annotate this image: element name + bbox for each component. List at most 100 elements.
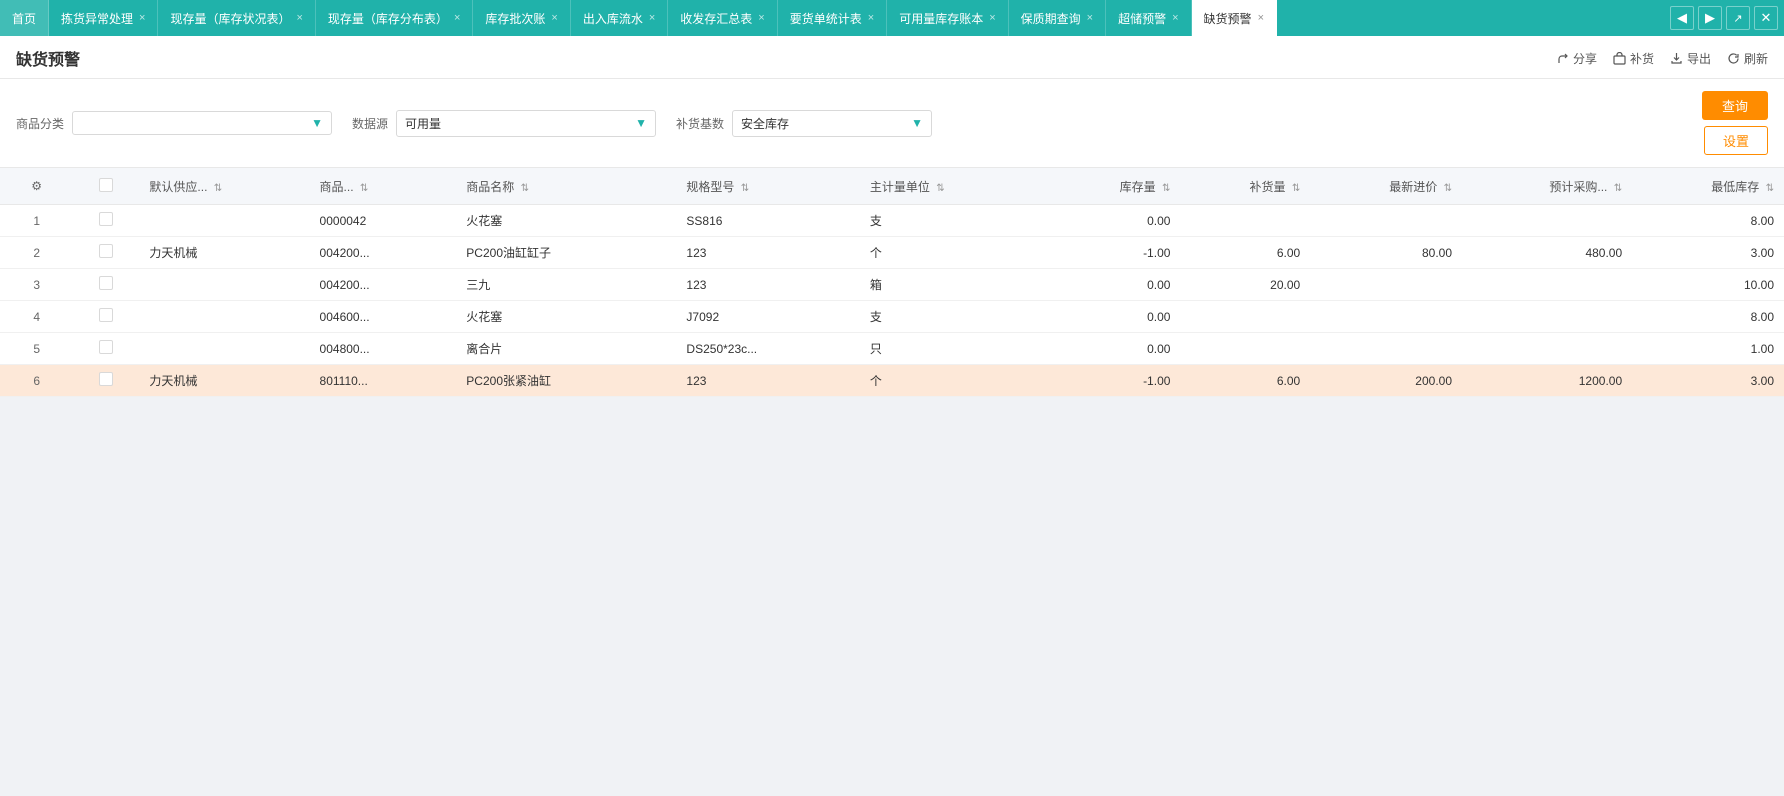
main-content: 缺货预警 分享 补货 导出 刷新 商品分类 bbox=[0, 36, 1784, 397]
cell-minstock: 3.00 bbox=[1632, 365, 1784, 397]
cell-purchase: 1200.00 bbox=[1462, 365, 1632, 397]
tab-next-button[interactable]: ▶ bbox=[1698, 6, 1722, 30]
cell-price bbox=[1310, 269, 1462, 301]
query-button[interactable]: 查询 bbox=[1702, 91, 1768, 120]
table-row[interactable]: 6 力天机械 801110... PC200张紧油缸 123 个 -1.00 6… bbox=[0, 365, 1784, 397]
cell-supplier bbox=[139, 269, 309, 301]
tab-prev-button[interactable]: ◀ bbox=[1670, 6, 1694, 30]
close-tab-order-stats[interactable]: × bbox=[868, 12, 874, 24]
export-button[interactable]: 导出 bbox=[1670, 50, 1711, 67]
tab-expiry-query[interactable]: 保质期查询 × bbox=[1009, 0, 1106, 36]
gear-icon[interactable]: ⚙ bbox=[27, 176, 47, 196]
sort-stock-icon[interactable]: ⇅ bbox=[1162, 183, 1170, 194]
category-select[interactable]: ▼ bbox=[72, 111, 332, 135]
tab-close-all-button[interactable]: ✕ bbox=[1754, 6, 1778, 30]
cell-spec: SS816 bbox=[676, 205, 859, 237]
cell-minstock: 3.00 bbox=[1632, 237, 1784, 269]
th-supplier: 默认供应... ⇅ bbox=[139, 168, 309, 205]
row-checkbox-5[interactable] bbox=[99, 372, 113, 386]
header-checkbox[interactable] bbox=[99, 178, 113, 192]
close-tab-abnormal[interactable]: × bbox=[139, 12, 145, 24]
sort-unit-icon[interactable]: ⇅ bbox=[936, 183, 944, 194]
sort-purchase-icon[interactable]: ⇅ bbox=[1614, 183, 1622, 194]
sort-minstock-icon[interactable]: ⇅ bbox=[1766, 183, 1774, 194]
close-tab-stock-status[interactable]: × bbox=[296, 12, 302, 24]
close-tab-batch-account[interactable]: × bbox=[551, 12, 557, 24]
filter-actions: 查询 设置 bbox=[1702, 91, 1768, 155]
close-tab-overstock[interactable]: × bbox=[1172, 12, 1178, 24]
th-unit: 主计量单位 ⇅ bbox=[860, 168, 1034, 205]
close-tab-stock-dist[interactable]: × bbox=[454, 12, 460, 24]
cell-supplier bbox=[139, 333, 309, 365]
th-price: 最新进价 ⇅ bbox=[1310, 168, 1462, 205]
tab-recv-summary[interactable]: 收发存汇总表 × bbox=[668, 0, 777, 36]
category-label: 商品分类 bbox=[16, 115, 64, 132]
cell-replenish: 6.00 bbox=[1180, 365, 1310, 397]
tab-controls: ◀ ▶ ↗ ✕ bbox=[1664, 6, 1784, 30]
row-checkbox-1[interactable] bbox=[99, 244, 113, 258]
row-checkbox-3[interactable] bbox=[99, 308, 113, 322]
tab-order-stats[interactable]: 要货单统计表 × bbox=[778, 0, 887, 36]
sort-price-icon[interactable]: ⇅ bbox=[1444, 183, 1452, 194]
cell-code: 0000042 bbox=[310, 205, 457, 237]
table-row[interactable]: 2 力天机械 004200... PC200油缸缸子 123 个 -1.00 6… bbox=[0, 237, 1784, 269]
sort-code-icon[interactable]: ⇅ bbox=[360, 183, 368, 194]
replenish-icon bbox=[1613, 52, 1626, 65]
th-spec: 规格型号 ⇅ bbox=[676, 168, 859, 205]
cell-spec: 123 bbox=[676, 365, 859, 397]
tab-stock-status[interactable]: 现存量（库存状况表） × bbox=[158, 0, 315, 36]
cell-purchase bbox=[1462, 269, 1632, 301]
close-tab-inout-flow[interactable]: × bbox=[649, 12, 655, 24]
tab-inout-flow[interactable]: 出入库流水 × bbox=[571, 0, 668, 36]
refresh-button[interactable]: 刷新 bbox=[1727, 50, 1768, 67]
table-row[interactable]: 1 0000042 火花塞 SS816 支 0.00 8.00 bbox=[0, 205, 1784, 237]
sort-spec-icon[interactable]: ⇅ bbox=[741, 183, 749, 194]
close-tab-shortage[interactable]: × bbox=[1258, 12, 1264, 24]
datasource-select[interactable]: 可用量 ▼ bbox=[396, 110, 656, 137]
table-row[interactable]: 3 004200... 三九 123 箱 0.00 20.00 10.00 bbox=[0, 269, 1784, 301]
tab-available-ledger[interactable]: 可用量库存账本 × bbox=[887, 0, 1008, 36]
cell-price bbox=[1310, 205, 1462, 237]
cell-supplier: 力天机械 bbox=[139, 365, 309, 397]
th-purchase: 预计采购... ⇅ bbox=[1462, 168, 1632, 205]
tab-abnormal[interactable]: 拣货异常处理 × bbox=[49, 0, 158, 36]
settings-button[interactable]: 设置 bbox=[1704, 126, 1768, 155]
replenish-button[interactable]: 补货 bbox=[1613, 50, 1654, 67]
row-checkbox-4[interactable] bbox=[99, 340, 113, 354]
cell-check bbox=[73, 301, 139, 333]
cell-stock: 0.00 bbox=[1034, 333, 1181, 365]
row-checkbox-0[interactable] bbox=[99, 212, 113, 226]
sort-supplier-icon[interactable]: ⇅ bbox=[214, 183, 222, 194]
tab-overstock[interactable]: 超储预警 × bbox=[1106, 0, 1191, 36]
category-arrow-icon: ▼ bbox=[311, 116, 323, 130]
tab-batch-account[interactable]: 库存批次账 × bbox=[473, 0, 570, 36]
cell-code: 004200... bbox=[310, 237, 457, 269]
tab-expand-button[interactable]: ↗ bbox=[1726, 6, 1750, 30]
close-tab-expiry-query[interactable]: × bbox=[1087, 12, 1093, 24]
replenish-select[interactable]: 安全库存 ▼ bbox=[732, 110, 932, 137]
table-row[interactable]: 5 004800... 离合片 DS250*23c... 只 0.00 1.00 bbox=[0, 333, 1784, 365]
table-row[interactable]: 4 004600... 火花塞 J7092 支 0.00 8.00 bbox=[0, 301, 1784, 333]
cell-check bbox=[73, 205, 139, 237]
cell-replenish bbox=[1180, 205, 1310, 237]
category-filter-group: 商品分类 ▼ bbox=[16, 111, 332, 135]
share-button[interactable]: 分享 bbox=[1556, 50, 1597, 67]
replenish-arrow-icon: ▼ bbox=[911, 116, 923, 130]
datasource-filter-group: 数据源 可用量 ▼ bbox=[352, 110, 656, 137]
cell-check bbox=[73, 269, 139, 301]
tab-stock-dist[interactable]: 现存量（库存分布表） × bbox=[316, 0, 473, 36]
row-checkbox-2[interactable] bbox=[99, 276, 113, 290]
export-icon bbox=[1670, 52, 1683, 65]
tab-shortage[interactable]: 缺货预警 × bbox=[1192, 0, 1277, 36]
th-stock: 库存量 ⇅ bbox=[1034, 168, 1181, 205]
close-tab-available-ledger[interactable]: × bbox=[989, 12, 995, 24]
replenish-filter-group: 补货基数 安全库存 ▼ bbox=[676, 110, 932, 137]
close-tab-recv-summary[interactable]: × bbox=[758, 12, 764, 24]
th-code: 商品... ⇅ bbox=[310, 168, 457, 205]
sort-replenish-icon[interactable]: ⇅ bbox=[1292, 183, 1300, 194]
cell-price: 80.00 bbox=[1310, 237, 1462, 269]
sort-name-icon[interactable]: ⇅ bbox=[521, 183, 529, 194]
tab-home[interactable]: 首页 bbox=[0, 0, 49, 36]
cell-name: 三九 bbox=[456, 269, 676, 301]
cell-stock: 0.00 bbox=[1034, 205, 1181, 237]
